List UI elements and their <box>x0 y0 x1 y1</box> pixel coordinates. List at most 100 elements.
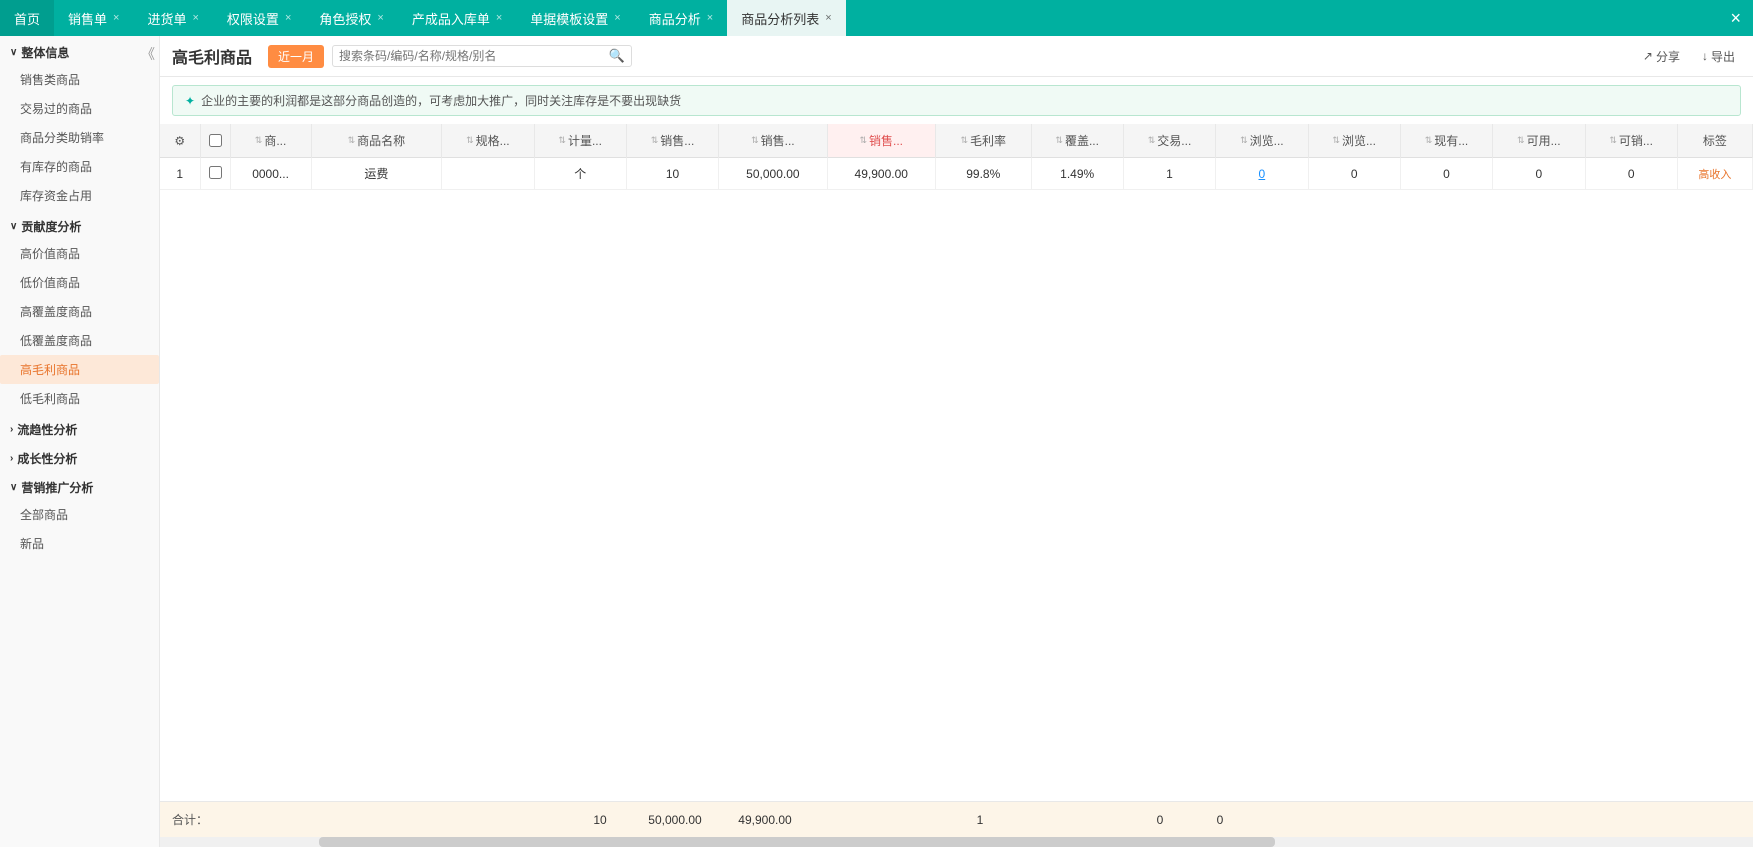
sidebar-item-high-value[interactable]: 高价值商品 <box>0 239 159 268</box>
close-icon[interactable]: × <box>285 12 291 24</box>
close-icon[interactable]: × <box>496 12 502 24</box>
nav-item-permissions[interactable]: 权限设置 × <box>213 0 305 36</box>
sidebar-item-low-margin[interactable]: 低毛利商品 <box>0 384 159 413</box>
sidebar-item-stock-capital[interactable]: 库存资金占用 <box>0 181 159 210</box>
col-trade-header[interactable]: ⇅ 交易... <box>1123 124 1215 158</box>
sidebar-item-low-value[interactable]: 低价值商品 <box>0 268 159 297</box>
table-footer: 合计： 10 50,000.00 49,900.00 1 0 <box>160 801 1753 837</box>
col-saleable-header[interactable]: ⇅ 可销... <box>1585 124 1677 158</box>
close-icon[interactable]: × <box>707 12 713 24</box>
footer-sale-amt: 50,000.00 <box>630 802 720 838</box>
sort-icon: ⇅ <box>1332 135 1340 146</box>
sidebar-group-trend[interactable]: › 流趋性分析 <box>0 413 159 442</box>
info-icon: ✦ <box>185 94 195 108</box>
row-name: 运费 <box>311 158 442 190</box>
share-icon: ↗ <box>1643 49 1653 63</box>
col-sale-qty-header[interactable]: ⇅ 销售... <box>626 124 718 158</box>
sidebar-item-new-goods[interactable]: 新品 <box>0 529 159 558</box>
footer-cells: 10 50,000.00 49,900.00 1 0 0 <box>240 802 1753 838</box>
sidebar-group-growth[interactable]: › 成长性分析 <box>0 442 159 471</box>
row-checkbox[interactable] <box>200 158 230 190</box>
col-available-header[interactable]: ⇅ 可用... <box>1493 124 1585 158</box>
sort-icon: ⇅ <box>1517 135 1525 146</box>
row-select-checkbox[interactable] <box>209 166 222 179</box>
footer-sale-cost: 49,900.00 <box>720 802 810 838</box>
nav-item-sales[interactable]: 销售单 × <box>54 0 133 36</box>
scrollbar-thumb[interactable] <box>319 837 1275 847</box>
close-icon[interactable]: × <box>113 12 119 24</box>
sidebar-item-low-coverage[interactable]: 低覆盖度商品 <box>0 326 159 355</box>
select-all-checkbox[interactable] <box>209 134 222 147</box>
col-coverage-header[interactable]: ⇅ 覆盖... <box>1031 124 1123 158</box>
col-margin-header[interactable]: ⇅ 毛利率 <box>935 124 1031 158</box>
row-margin: 99.8% <box>935 158 1031 190</box>
share-button[interactable]: ↗ 分享 <box>1637 45 1686 68</box>
chevron-down-icon: ∨ <box>10 482 17 493</box>
nav-item-roles[interactable]: 角色授权 × <box>305 0 397 36</box>
row-saleable: 0 <box>1585 158 1677 190</box>
col-settings[interactable]: ⚙ <box>160 124 200 158</box>
nav-item-product-analysis-list[interactable]: 商品分析列表 × <box>727 0 845 36</box>
sidebar-group-marketing[interactable]: ∨ 营销推广分析 <box>0 471 159 500</box>
sort-icon: ⇅ <box>1055 135 1063 146</box>
sidebar-group-contribution[interactable]: ∨ 贡献度分析 <box>0 210 159 239</box>
export-icon: ↓ <box>1702 49 1708 63</box>
close-icon[interactable]: × <box>825 12 831 24</box>
nav-item-template[interactable]: 单据模板设置 × <box>516 0 634 36</box>
data-table: ⚙ ⇅ 商... <box>160 124 1753 190</box>
nav-item-product-analysis[interactable]: 商品分析 × <box>635 0 727 36</box>
row-spec <box>442 158 534 190</box>
col-unit-header[interactable]: ⇅ 计量... <box>534 124 626 158</box>
sidebar-item-high-coverage[interactable]: 高覆盖度商品 <box>0 297 159 326</box>
col-sale-cost-header[interactable]: ⇅ 销售... <box>827 124 935 158</box>
row-trade: 1 <box>1123 158 1215 190</box>
row-current: 0 <box>1400 158 1492 190</box>
row-tag: 高收入 <box>1677 158 1752 190</box>
col-code-header[interactable]: ⇅ 商... <box>230 124 311 158</box>
footer-trade: 1 <box>950 802 1010 838</box>
col-sale-amt-header[interactable]: ⇅ 销售... <box>719 124 827 158</box>
data-table-container[interactable]: ⚙ ⇅ 商... <box>160 124 1753 801</box>
nav-item-stock-in[interactable]: 产成品入库单 × <box>398 0 516 36</box>
sort-icon: ⇅ <box>1425 135 1433 146</box>
close-all-button[interactable]: × <box>1718 8 1753 29</box>
time-filter-button[interactable]: 近一月 <box>268 45 324 68</box>
info-banner: ✦ 企业的主要的利润都是这部分商品创造的，可考虑加大推广，同时关注库存是不要出现… <box>172 85 1741 116</box>
sidebar-item-in-stock[interactable]: 有库存的商品 <box>0 152 159 181</box>
sidebar-item-all-goods[interactable]: 全部商品 <box>0 500 159 529</box>
row-coverage: 1.49% <box>1031 158 1123 190</box>
sidebar-item-sales-goods[interactable]: 销售类商品 <box>0 65 159 94</box>
sort-icon: ⇅ <box>960 135 968 146</box>
chevron-down-icon: ∨ <box>10 47 17 58</box>
nav-item-home[interactable]: 首页 <box>0 0 54 36</box>
footer-spacer5 <box>450 802 510 838</box>
sidebar-item-category-rate[interactable]: 商品分类助销率 <box>0 123 159 152</box>
sort-icon: ⇅ <box>1148 135 1156 146</box>
search-icon[interactable]: 🔍 <box>609 48 625 64</box>
sidebar-item-traded-goods[interactable]: 交易过的商品 <box>0 94 159 123</box>
col-view1-header[interactable]: ⇅ 浏览... <box>1216 124 1308 158</box>
col-spec-header[interactable]: ⇅ 规格... <box>442 124 534 158</box>
col-checkbox[interactable] <box>200 124 230 158</box>
table-header-row: ⚙ ⇅ 商... <box>160 124 1753 158</box>
close-icon[interactable]: × <box>192 12 198 24</box>
close-icon[interactable]: × <box>377 12 383 24</box>
footer-label: 合计： <box>160 811 240 828</box>
sidebar: 《 ∨ 整体信息 销售类商品 交易过的商品 商品分类助销率 有库存的商品 库存资… <box>0 36 160 847</box>
col-view2-header[interactable]: ⇅ 浏览... <box>1308 124 1400 158</box>
horizontal-scrollbar[interactable] <box>160 837 1753 847</box>
sidebar-collapse-button[interactable]: 《 <box>141 44 155 64</box>
row-view1[interactable]: 0 <box>1216 158 1308 190</box>
sidebar-group-overall[interactable]: ∨ 整体信息 <box>0 36 159 65</box>
sidebar-item-high-margin[interactable]: 高毛利商品 <box>0 355 159 384</box>
sort-icon: ⇅ <box>466 135 474 146</box>
search-input[interactable] <box>339 49 609 63</box>
nav-item-purchase[interactable]: 进货单 × <box>133 0 212 36</box>
col-name-header[interactable]: ⇅ 商品名称 <box>311 124 442 158</box>
sort-icon: ⇅ <box>1240 135 1248 146</box>
col-tag-header[interactable]: 标签 <box>1677 124 1752 158</box>
export-button[interactable]: ↓ 导出 <box>1696 45 1741 68</box>
page-title: 高毛利商品 <box>172 44 252 68</box>
col-current-header[interactable]: ⇅ 现有... <box>1400 124 1492 158</box>
close-icon[interactable]: × <box>614 12 620 24</box>
